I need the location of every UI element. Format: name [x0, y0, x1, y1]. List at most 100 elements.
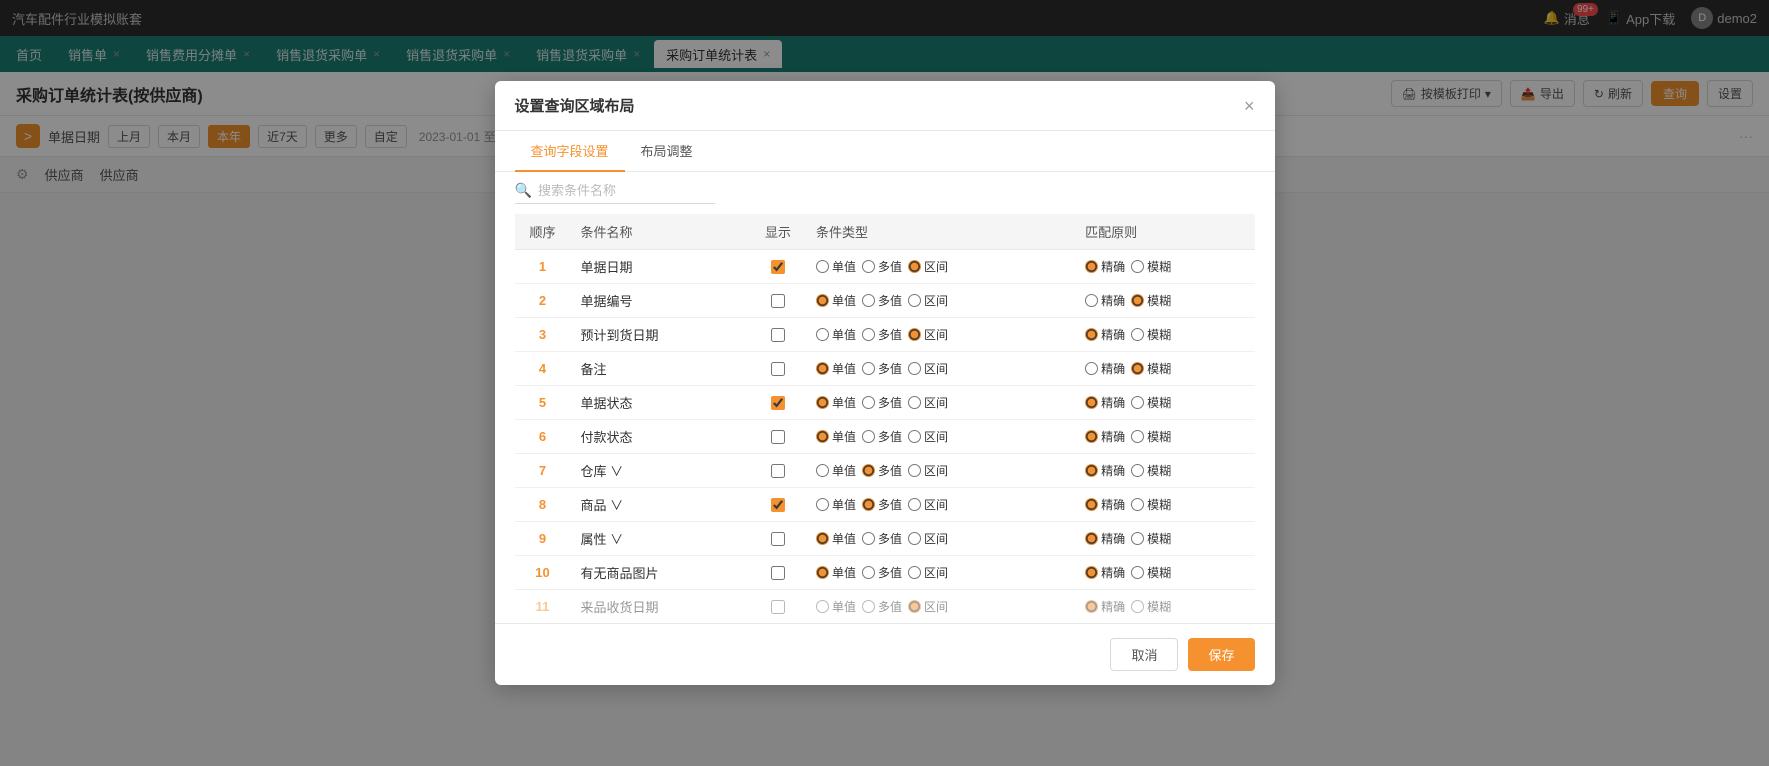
match-option-1-row-1[interactable]: 模糊: [1131, 258, 1171, 275]
display-checkbox-7[interactable]: [771, 464, 785, 478]
type-option-2-row-11[interactable]: 区间: [908, 598, 948, 615]
match-radio-0-row-9[interactable]: [1085, 532, 1098, 545]
search-input[interactable]: [538, 183, 698, 198]
type-option-1-row-7[interactable]: 多值: [862, 462, 902, 479]
type-radio-0-row-5[interactable]: [816, 396, 829, 409]
match-option-1-row-2[interactable]: 模糊: [1131, 292, 1171, 309]
type-option-0-row-8[interactable]: 单值: [816, 496, 856, 513]
match-option-0-row-2[interactable]: 精确: [1085, 292, 1125, 309]
type-radio-0-row-11[interactable]: [816, 600, 829, 613]
type-radio-1-row-7[interactable]: [862, 464, 875, 477]
match-option-1-row-6[interactable]: 模糊: [1131, 428, 1171, 445]
type-option-2-row-6[interactable]: 区间: [908, 428, 948, 445]
match-option-0-row-11[interactable]: 精确: [1085, 598, 1125, 615]
display-checkbox-11[interactable]: [771, 600, 785, 614]
display-checkbox-8[interactable]: [771, 498, 785, 512]
match-radio-0-row-10[interactable]: [1085, 566, 1098, 579]
type-radio-2-row-6[interactable]: [908, 430, 921, 443]
type-option-2-row-2[interactable]: 区间: [908, 292, 948, 309]
match-radio-0-row-5[interactable]: [1085, 396, 1098, 409]
match-radio-1-row-3[interactable]: [1131, 328, 1144, 341]
type-option-0-row-10[interactable]: 单值: [816, 564, 856, 581]
type-option-2-row-5[interactable]: 区间: [908, 394, 948, 411]
type-option-2-row-9[interactable]: 区间: [908, 530, 948, 547]
type-radio-2-row-7[interactable]: [908, 464, 921, 477]
match-radio-0-row-8[interactable]: [1085, 498, 1098, 511]
match-radio-1-row-5[interactable]: [1131, 396, 1144, 409]
match-radio-1-row-8[interactable]: [1131, 498, 1144, 511]
type-option-0-row-2[interactable]: 单值: [816, 292, 856, 309]
type-option-0-row-9[interactable]: 单值: [816, 530, 856, 547]
match-radio-1-row-11[interactable]: [1131, 600, 1144, 613]
type-radio-2-row-8[interactable]: [908, 498, 921, 511]
display-checkbox-6[interactable]: [771, 430, 785, 444]
type-option-2-row-1[interactable]: 区间: [908, 258, 948, 275]
type-option-2-row-4[interactable]: 区间: [908, 360, 948, 377]
match-radio-0-row-1[interactable]: [1085, 260, 1098, 273]
match-option-1-row-3[interactable]: 模糊: [1131, 326, 1171, 343]
type-radio-2-row-2[interactable]: [908, 294, 921, 307]
display-checkbox-3[interactable]: [771, 328, 785, 342]
type-radio-0-row-4[interactable]: [816, 362, 829, 375]
display-checkbox-5[interactable]: [771, 396, 785, 410]
match-radio-0-row-7[interactable]: [1085, 464, 1098, 477]
type-radio-1-row-9[interactable]: [862, 532, 875, 545]
type-radio-1-row-2[interactable]: [862, 294, 875, 307]
match-radio-1-row-10[interactable]: [1131, 566, 1144, 579]
display-checkbox-10[interactable]: [771, 566, 785, 580]
type-radio-2-row-9[interactable]: [908, 532, 921, 545]
display-checkbox-4[interactable]: [771, 362, 785, 376]
type-option-1-row-4[interactable]: 多值: [862, 360, 902, 377]
match-option-1-row-9[interactable]: 模糊: [1131, 530, 1171, 547]
type-option-1-row-11[interactable]: 多值: [862, 598, 902, 615]
match-radio-0-row-4[interactable]: [1085, 362, 1098, 375]
type-radio-0-row-6[interactable]: [816, 430, 829, 443]
match-radio-1-row-9[interactable]: [1131, 532, 1144, 545]
type-radio-1-row-10[interactable]: [862, 566, 875, 579]
match-option-0-row-9[interactable]: 精确: [1085, 530, 1125, 547]
type-radio-1-row-8[interactable]: [862, 498, 875, 511]
match-radio-0-row-3[interactable]: [1085, 328, 1098, 341]
type-radio-2-row-3[interactable]: [908, 328, 921, 341]
match-radio-1-row-4[interactable]: [1131, 362, 1144, 375]
type-radio-0-row-8[interactable]: [816, 498, 829, 511]
type-option-1-row-1[interactable]: 多值: [862, 258, 902, 275]
type-option-0-row-11[interactable]: 单值: [816, 598, 856, 615]
type-option-2-row-10[interactable]: 区间: [908, 564, 948, 581]
match-option-0-row-1[interactable]: 精确: [1085, 258, 1125, 275]
type-radio-0-row-2[interactable]: [816, 294, 829, 307]
match-option-0-row-4[interactable]: 精确: [1085, 360, 1125, 377]
type-option-1-row-10[interactable]: 多值: [862, 564, 902, 581]
type-radio-2-row-11[interactable]: [908, 600, 921, 613]
type-radio-2-row-4[interactable]: [908, 362, 921, 375]
type-radio-1-row-3[interactable]: [862, 328, 875, 341]
type-option-2-row-7[interactable]: 区间: [908, 462, 948, 479]
cancel-button[interactable]: 取消: [1110, 638, 1178, 671]
type-radio-2-row-1[interactable]: [908, 260, 921, 273]
type-option-1-row-2[interactable]: 多值: [862, 292, 902, 309]
match-radio-0-row-2[interactable]: [1085, 294, 1098, 307]
tab-layout-adjust[interactable]: 布局调整: [625, 131, 709, 172]
match-radio-1-row-7[interactable]: [1131, 464, 1144, 477]
type-option-0-row-6[interactable]: 单值: [816, 428, 856, 445]
type-radio-1-row-1[interactable]: [862, 260, 875, 273]
type-radio-1-row-4[interactable]: [862, 362, 875, 375]
match-option-0-row-6[interactable]: 精确: [1085, 428, 1125, 445]
type-option-0-row-3[interactable]: 单值: [816, 326, 856, 343]
match-option-0-row-8[interactable]: 精确: [1085, 496, 1125, 513]
display-checkbox-1[interactable]: [771, 260, 785, 274]
type-radio-0-row-3[interactable]: [816, 328, 829, 341]
type-option-0-row-1[interactable]: 单值: [816, 258, 856, 275]
type-option-1-row-9[interactable]: 多值: [862, 530, 902, 547]
type-option-1-row-5[interactable]: 多值: [862, 394, 902, 411]
match-option-1-row-11[interactable]: 模糊: [1131, 598, 1171, 615]
type-option-0-row-4[interactable]: 单值: [816, 360, 856, 377]
match-radio-0-row-6[interactable]: [1085, 430, 1098, 443]
type-option-1-row-6[interactable]: 多值: [862, 428, 902, 445]
type-radio-1-row-5[interactable]: [862, 396, 875, 409]
type-option-0-row-5[interactable]: 单值: [816, 394, 856, 411]
display-checkbox-9[interactable]: [771, 532, 785, 546]
type-radio-2-row-5[interactable]: [908, 396, 921, 409]
type-radio-0-row-7[interactable]: [816, 464, 829, 477]
type-radio-0-row-9[interactable]: [816, 532, 829, 545]
